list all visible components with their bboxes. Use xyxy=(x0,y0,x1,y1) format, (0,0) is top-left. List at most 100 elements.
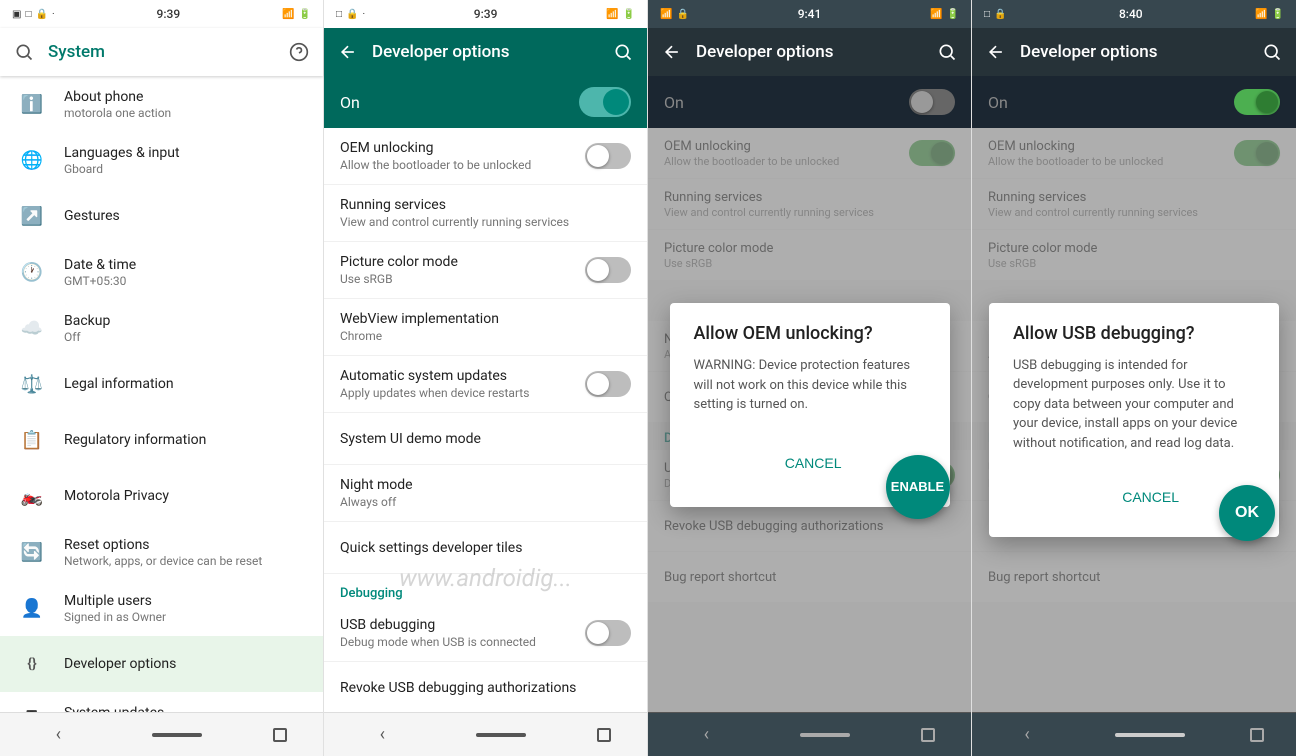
dev-item-sub-night: Always off xyxy=(340,495,631,509)
oem-dialog: Allow OEM unlocking? WARNING: Device pro… xyxy=(670,303,950,507)
dev-item-tiles[interactable]: Quick settings developer tiles xyxy=(324,522,647,574)
settings-list-1: ℹ️ About phone motorola one action 🌐 Lan… xyxy=(0,76,323,712)
lock4-icon: 🔒 xyxy=(994,9,1006,20)
wifi2-icon: 📶 xyxy=(606,9,618,20)
users-subtitle: Signed in as Owner xyxy=(64,610,307,624)
search-icon-3[interactable] xyxy=(935,40,959,64)
reset-subtitle: Network, apps, or device can be reset xyxy=(64,554,307,568)
settings-item-motorola[interactable]: 🏍️ Motorola Privacy xyxy=(0,468,323,524)
recents-btn-4[interactable] xyxy=(1250,728,1264,742)
dev-on-bar-2: On xyxy=(324,76,647,128)
home-indicator-1[interactable] xyxy=(152,733,202,737)
usb-toggle[interactable] xyxy=(585,620,631,646)
dev-item-text-webview: WebView implementation Chrome xyxy=(340,311,631,343)
help-icon-1[interactable] xyxy=(287,40,311,64)
dev-item-sub-webview: Chrome xyxy=(340,329,631,343)
dev-on-bar-4: On xyxy=(972,76,1296,128)
backup-icon: ☁️ xyxy=(16,312,48,344)
recents-btn-2[interactable] xyxy=(597,728,611,742)
search-icon-2[interactable] xyxy=(611,40,635,64)
dev-item-night[interactable]: Night mode Always off xyxy=(324,465,647,522)
dev-item-title-color: Picture color mode xyxy=(340,254,585,270)
settings-item-datetime[interactable]: 🕐 Date & time GMT+05:30 xyxy=(0,244,323,300)
status-bar-1: ▣ □ 🔒 · 9:39 📶 🔋 xyxy=(0,0,323,28)
home-indicator-4[interactable] xyxy=(1115,733,1185,737)
panel-developer-options: □ 🔒 · 9:39 📶 🔋 Developer options On OEM … xyxy=(324,0,648,756)
gestures-title: Gestures xyxy=(64,208,307,224)
reset-icon: 🔄 xyxy=(16,536,48,568)
home-indicator-2[interactable] xyxy=(476,733,526,737)
dev-item-title-revoke: Revoke USB debugging authorizations xyxy=(340,680,631,696)
dev-item-demo[interactable]: System UI demo mode xyxy=(324,413,647,465)
search-icon-4[interactable] xyxy=(1260,40,1284,64)
battery4-icon: 🔋 xyxy=(1272,9,1284,20)
dev-item-webview[interactable]: WebView implementation Chrome xyxy=(324,299,647,356)
dev-item-title-night: Night mode xyxy=(340,477,631,493)
panel-system-settings: ▣ □ 🔒 · 9:39 📶 🔋 System ℹ️ About phone m… xyxy=(0,0,324,756)
dev-on-toggle-3[interactable] xyxy=(909,89,955,115)
dev-item-sub-usb: Debug mode when USB is connected xyxy=(340,635,585,649)
settings-text-motorola: Motorola Privacy xyxy=(64,488,307,504)
back-btn-2[interactable]: ‹ xyxy=(360,716,405,753)
oem-toggle[interactable] xyxy=(585,143,631,169)
battery-icon: 🔋 xyxy=(299,9,311,20)
back-btn-1[interactable]: ‹ xyxy=(36,716,81,753)
dev-item-revoke[interactable]: Revoke USB debugging authorizations xyxy=(324,662,647,712)
usb-dialog-actions: Cancel OK xyxy=(1013,469,1255,525)
settings-item-backup[interactable]: ☁️ Backup Off xyxy=(0,300,323,356)
usb-cancel-button[interactable]: Cancel xyxy=(1110,481,1191,513)
dev-item-running[interactable]: Running services View and control curren… xyxy=(324,185,647,242)
bottom-nav-2: ‹ xyxy=(324,712,647,756)
back-icon-3[interactable] xyxy=(660,40,684,64)
users-icon: 👤 xyxy=(16,592,48,624)
settings-item-language[interactable]: 🌐 Languages & input Gboard xyxy=(0,132,323,188)
settings-item-updates[interactable]: 📱 System updates Updated to Android 9 xyxy=(0,692,323,712)
regulatory-title: Regulatory information xyxy=(64,432,307,448)
oem-enable-button[interactable]: Enable xyxy=(886,455,950,519)
wifi-icon: 📶 xyxy=(282,9,294,20)
motorola-title: Motorola Privacy xyxy=(64,488,307,504)
bottom-nav-1: ‹ xyxy=(0,712,323,756)
dev-item-title-autoupdate: Automatic system updates xyxy=(340,368,585,384)
color-toggle[interactable] xyxy=(585,257,631,283)
settings-text-developer: Developer options xyxy=(64,656,307,672)
settings-item-gestures[interactable]: ↗️ Gestures xyxy=(0,188,323,244)
recents-btn-1[interactable] xyxy=(273,728,287,742)
settings-item-users[interactable]: 👤 Multiple users Signed in as Owner xyxy=(0,580,323,636)
autoupdate-toggle[interactable] xyxy=(585,371,631,397)
back-btn-4[interactable]: ‹ xyxy=(1004,716,1049,753)
search-icon-1[interactable] xyxy=(12,40,36,64)
dev-item-text-usb: USB debugging Debug mode when USB is con… xyxy=(340,617,585,649)
settings-text-language: Languages & input Gboard xyxy=(64,145,307,176)
settings-text-about: About phone motorola one action xyxy=(64,89,307,120)
dev-item-text-demo: System UI demo mode xyxy=(340,431,631,447)
dev-item-autoupdate[interactable]: Automatic system updates Apply updates w… xyxy=(324,356,647,413)
settings-item-reset[interactable]: 🔄 Reset options Network, apps, or device… xyxy=(0,524,323,580)
settings-item-legal[interactable]: ⚖️ Legal information xyxy=(0,356,323,412)
back-btn-3[interactable]: ‹ xyxy=(684,716,729,753)
recents-btn-3[interactable] xyxy=(921,728,935,742)
about-title: About phone xyxy=(64,89,307,105)
back-icon-4[interactable] xyxy=(984,40,1008,64)
debugging-header-2: Debugging xyxy=(324,574,647,605)
backup-subtitle: Off xyxy=(64,330,307,344)
dev-item-color[interactable]: Picture color mode Use sRGB xyxy=(324,242,647,299)
home-indicator-3[interactable] xyxy=(800,733,850,737)
time-2: 9:39 xyxy=(474,7,498,21)
dev-item-oem[interactable]: OEM unlocking Allow the bootloader to be… xyxy=(324,128,647,185)
dev-on-toggle-4[interactable] xyxy=(1234,89,1280,115)
usb-ok-button[interactable]: OK xyxy=(1219,485,1275,541)
regulatory-icon: 📋 xyxy=(16,424,48,456)
settings-item-regulatory[interactable]: 📋 Regulatory information xyxy=(0,412,323,468)
back-icon-2[interactable] xyxy=(336,40,360,64)
oem-cancel-button[interactable]: Cancel xyxy=(773,431,854,495)
legal-title: Legal information xyxy=(64,376,307,392)
toolbar-title-3: Developer options xyxy=(696,42,923,62)
dev-item-text-color: Picture color mode Use sRGB xyxy=(340,254,585,286)
battery3-icon: 🔋 xyxy=(947,9,959,20)
dev-on-toggle-2[interactable] xyxy=(579,87,631,117)
settings-item-about[interactable]: ℹ️ About phone motorola one action xyxy=(0,76,323,132)
dev-item-usb[interactable]: USB debugging Debug mode when USB is con… xyxy=(324,605,647,662)
settings-item-developer[interactable]: {} Developer options xyxy=(0,636,323,692)
dev-item-sub-autoupdate: Apply updates when device restarts xyxy=(340,386,585,400)
